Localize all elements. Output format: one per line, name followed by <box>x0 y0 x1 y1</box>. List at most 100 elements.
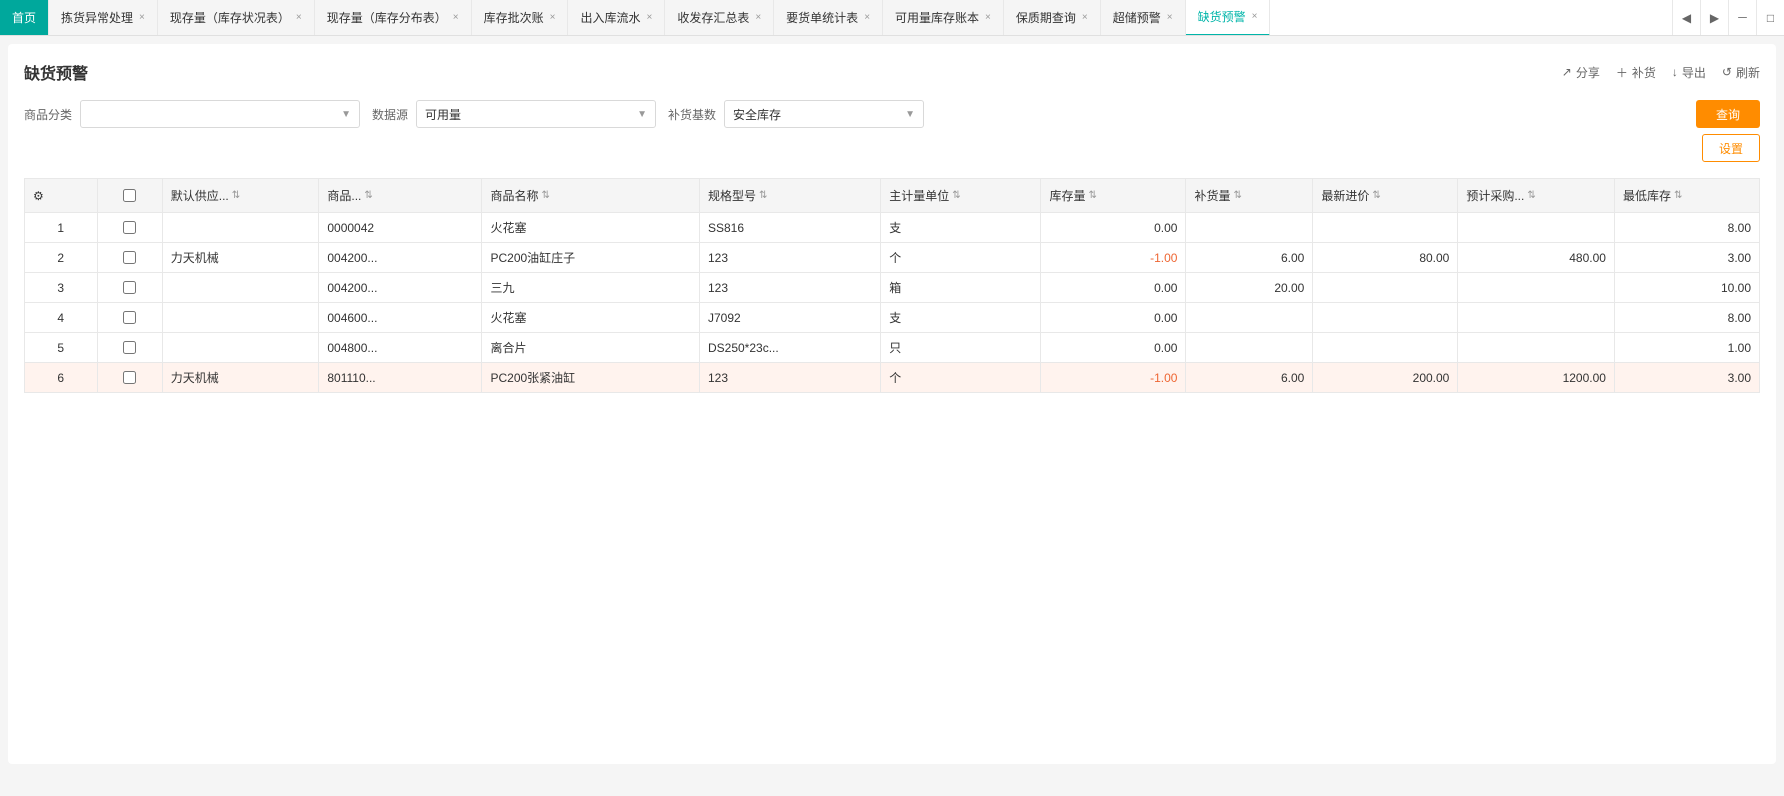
cell-price-4 <box>1313 333 1458 363</box>
header-checkbox[interactable] <box>123 189 136 202</box>
tab-overstock-label: 超储预警 <box>1113 9 1161 26</box>
cell-index-5: 6 <box>25 363 98 393</box>
tab-overstock[interactable]: 超储预警 × <box>1101 0 1186 36</box>
cell-index-3: 4 <box>25 303 98 333</box>
cell-spec-3: J7092 <box>699 303 880 333</box>
cell-checkbox-4[interactable] <box>97 333 162 363</box>
cell-code-5: 801110... <box>319 363 482 393</box>
sort-purchase-icon: ⇅ <box>1527 190 1535 201</box>
row-checkbox-2[interactable] <box>123 281 136 294</box>
tab-available-ledger-close[interactable]: × <box>985 12 991 23</box>
export-icon: ↓ <box>1672 65 1678 79</box>
datasource-select[interactable]: 可用量 ▼ <box>416 100 656 128</box>
page-header: 缺货预警 ↗ 分享 ＋ 补货 ↓ 导出 ↺ 刷新 <box>24 60 1760 84</box>
row-checkbox-5[interactable] <box>123 371 136 384</box>
th-supplier[interactable]: 默认供应... ⇅ <box>162 179 319 213</box>
datasource-select-value: 可用量 <box>425 106 637 123</box>
tab-maximize-btn[interactable]: □ <box>1756 0 1784 36</box>
th-unit[interactable]: 主计量单位 ⇅ <box>881 179 1041 213</box>
cell-supplier-5: 力天机械 <box>162 363 319 393</box>
data-table: ⚙ 默认供应... ⇅ 商品... ⇅ <box>24 178 1760 393</box>
th-est-purchase[interactable]: 预计采购... ⇅ <box>1458 179 1615 213</box>
tab-in-out-flow[interactable]: 出入库流水 × <box>568 0 665 36</box>
share-btn[interactable]: ↗ 分享 <box>1562 64 1600 81</box>
filter-section: 商品分类 ▼ 数据源 可用量 ▼ 补货基数 安全库存 ▼ <box>24 100 1760 162</box>
tab-batch-account[interactable]: 库存批次账 × <box>472 0 569 36</box>
cell-checkbox-5[interactable] <box>97 363 162 393</box>
cell-replenish-3 <box>1186 303 1313 333</box>
cell-supplier-2 <box>162 273 319 303</box>
cell-minstock-5: 3.00 <box>1614 363 1759 393</box>
row-checkbox-1[interactable] <box>123 251 136 264</box>
refresh-btn[interactable]: ↺ 刷新 <box>1722 64 1760 81</box>
datasource-label: 数据源 <box>372 106 408 123</box>
cell-checkbox-2[interactable] <box>97 273 162 303</box>
category-select[interactable]: ▼ <box>80 100 360 128</box>
row-checkbox-4[interactable] <box>123 341 136 354</box>
tab-bar: 首页 拣货异常处理 × 现存量（库存状况表） × 现存量（库存分布表） × 库存… <box>0 0 1784 36</box>
sort-code-icon: ⇅ <box>364 190 372 201</box>
cell-stock-2: 0.00 <box>1041 273 1186 303</box>
th-replenish-label: 补货量 <box>1194 187 1230 204</box>
cell-unit-4: 只 <box>881 333 1041 363</box>
tab-batch-account-label: 库存批次账 <box>484 9 544 26</box>
tab-shortage-close[interactable]: × <box>1252 11 1258 22</box>
tab-home[interactable]: 首页 <box>0 0 49 36</box>
gear-th[interactable]: ⚙ <box>25 179 98 213</box>
cell-stock-5: -1.00 <box>1041 363 1186 393</box>
query-button[interactable]: 查询 <box>1696 100 1760 128</box>
tab-inventory-status[interactable]: 现存量（库存状况表） × <box>158 0 315 36</box>
tab-batch-account-close[interactable]: × <box>550 12 556 23</box>
cell-minstock-2: 10.00 <box>1614 273 1759 303</box>
cell-code-2: 004200... <box>319 273 482 303</box>
tab-inventory-dist-close[interactable]: × <box>453 12 459 23</box>
tab-requisition-stat[interactable]: 要货单统计表 × <box>774 0 883 36</box>
tab-next-btn[interactable]: ▶ <box>1700 0 1728 36</box>
tab-in-out-flow-label: 出入库流水 <box>580 9 640 26</box>
tab-inventory-dist-label: 现存量（库存分布表） <box>327 9 447 26</box>
tab-expiry-query[interactable]: 保质期查询 × <box>1004 0 1101 36</box>
tab-requisition-stat-close[interactable]: × <box>864 12 870 23</box>
th-spec[interactable]: 规格型号 ⇅ <box>699 179 880 213</box>
cell-replenish-0 <box>1186 213 1313 243</box>
tab-shortage[interactable]: 缺货预警 × <box>1186 0 1271 36</box>
tab-minimize-btn[interactable]: － <box>1728 0 1756 36</box>
page-title: 缺货预警 <box>24 60 88 84</box>
tab-in-out-flow-close[interactable]: × <box>646 12 652 23</box>
tab-freeze[interactable]: 拣货异常处理 × <box>49 0 158 36</box>
tab-prev-btn[interactable]: ◀ <box>1672 0 1700 36</box>
replenish-base-select[interactable]: 安全库存 ▼ <box>724 100 924 128</box>
category-label: 商品分类 <box>24 106 72 123</box>
cell-minstock-4: 1.00 <box>1614 333 1759 363</box>
table-row: 2 力天机械 004200... PC200油缸庄子 123 个 -1.00 6… <box>25 243 1760 273</box>
tab-shortage-label: 缺货预警 <box>1198 8 1246 25</box>
replenish-btn[interactable]: ＋ 补货 <box>1616 64 1656 81</box>
th-stock[interactable]: 库存量 ⇅ <box>1041 179 1186 213</box>
tab-available-ledger[interactable]: 可用量库存账本 × <box>883 0 1004 36</box>
row-checkbox-3[interactable] <box>123 311 136 324</box>
tab-receipt-summary-close[interactable]: × <box>755 12 761 23</box>
tab-inventory-dist[interactable]: 现存量（库存分布表） × <box>315 0 472 36</box>
th-replenish[interactable]: 补货量 ⇅ <box>1186 179 1313 213</box>
export-btn[interactable]: ↓ 导出 <box>1672 64 1706 81</box>
th-name[interactable]: 商品名称 ⇅ <box>482 179 700 213</box>
th-latest-price[interactable]: 最新进价 ⇅ <box>1313 179 1458 213</box>
replenish-base-select-arrow: ▼ <box>905 109 915 120</box>
cell-checkbox-0[interactable] <box>97 213 162 243</box>
table-row: 4 004600... 火花塞 J7092 支 0.00 8.00 <box>25 303 1760 333</box>
gear-icon: ⚙ <box>33 189 44 203</box>
th-code[interactable]: 商品... ⇅ <box>319 179 482 213</box>
row-checkbox-0[interactable] <box>123 221 136 234</box>
th-spec-label: 规格型号 <box>708 187 756 204</box>
cell-unit-2: 箱 <box>881 273 1041 303</box>
cell-checkbox-1[interactable] <box>97 243 162 273</box>
cell-minstock-0: 8.00 <box>1614 213 1759 243</box>
tab-receipt-summary[interactable]: 收发存汇总表 × <box>665 0 774 36</box>
th-min-stock[interactable]: 最低库存 ⇅ <box>1614 179 1759 213</box>
tab-freeze-close[interactable]: × <box>139 12 145 23</box>
tab-expiry-query-close[interactable]: × <box>1082 12 1088 23</box>
tab-inventory-status-close[interactable]: × <box>296 12 302 23</box>
tab-overstock-close[interactable]: × <box>1167 12 1173 23</box>
settings-button[interactable]: 设置 <box>1702 134 1760 162</box>
cell-checkbox-3[interactable] <box>97 303 162 333</box>
